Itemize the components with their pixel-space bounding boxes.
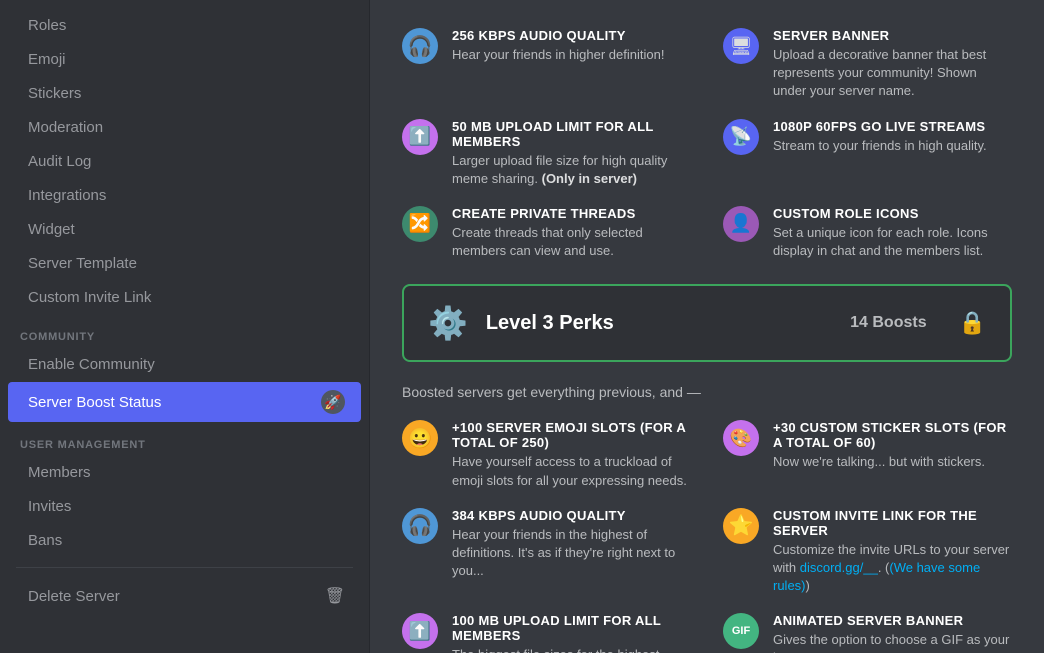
perk-animated-banner: GIF ANIMATED SERVER BANNER Gives the opt… (723, 613, 1012, 653)
trash-icon: 🗑 (325, 586, 345, 606)
perk-icon-upload-100: ⬆️ (402, 613, 438, 649)
sidebar-item-audit-log[interactable]: Audit Log (8, 145, 361, 178)
perk-icon-go-live: 📡 (723, 119, 759, 155)
sidebar-item-emoji[interactable]: Emoji (8, 43, 361, 76)
perk-private-threads: 🔀 CREATE PRIVATE THREADS Create threads … (402, 206, 691, 260)
sidebar-item-invites[interactable]: Invites (8, 490, 361, 523)
perk-audio-384: 🎧 384 KBPS AUDIO QUALITY Hear your frien… (402, 508, 691, 596)
perk-go-live: 📡 1080P 60FPS GO LIVE STREAMS Stream to … (723, 119, 1012, 188)
perk-emoji-slots: 😀 +100 SERVER EMOJI SLOTS (FOR A TOTAL O… (402, 420, 691, 489)
sidebar-item-moderation[interactable]: Moderation (8, 111, 361, 144)
sidebar-item-enable-community[interactable]: Enable Community (8, 348, 361, 381)
perk-audio-quality: 🎧 256 KBPS AUDIO QUALITY Hear your frien… (402, 28, 691, 101)
perk-icon-custom-role-icons: 👤 (723, 206, 759, 242)
sidebar-item-custom-invite-link[interactable]: Custom Invite Link (8, 281, 361, 314)
sidebar-item-roles[interactable]: Roles (8, 9, 361, 42)
perk-custom-invite: ⭐ CUSTOM INVITE LINK FOR THE SERVER Cust… (723, 508, 1012, 596)
lock-icon: 🔒 (959, 310, 986, 336)
level-card: ⚙️ Level 3 Perks 14 Boosts 🔒 (402, 284, 1012, 362)
perk-icon-audio-384: 🎧 (402, 508, 438, 544)
sidebar-item-members[interactable]: Members (8, 456, 361, 489)
perk-icon-animated-banner: GIF (723, 613, 759, 649)
top-perks-grid: 🎧 256 KBPS AUDIO QUALITY Hear your frien… (402, 28, 1012, 260)
perk-icon-emoji-slots: 😀 (402, 420, 438, 456)
sidebar-section-community-label: COMMUNITY (0, 315, 369, 347)
perk-upload-limit: ⬆️ 50 MB UPLOAD LIMIT FOR ALL MEMBERS La… (402, 119, 691, 188)
sidebar-item-widget[interactable]: Widget (8, 213, 361, 246)
sidebar-item-bans[interactable]: Bans (8, 524, 361, 557)
main-content: 🎧 256 KBPS AUDIO QUALITY Hear your frien… (370, 0, 1044, 653)
sidebar-section-user-management-label: USER MANAGEMENT (0, 423, 369, 455)
sidebar-item-stickers[interactable]: Stickers (8, 77, 361, 110)
perk-icon-custom-invite: ⭐ (723, 508, 759, 544)
server-boost-icon: 🚀 (321, 390, 345, 414)
perk-icon-private-threads: 🔀 (402, 206, 438, 242)
discord-gg-link[interactable]: discord.gg/__ (800, 560, 878, 575)
perk-sticker-slots: 🎨 +30 CUSTOM STICKER SLOTS (FOR A TOTAL … (723, 420, 1012, 489)
perk-icon-sticker-slots: 🎨 (723, 420, 759, 456)
perk-icon-audio-quality: 🎧 (402, 28, 438, 64)
sidebar-item-server-template[interactable]: Server Template (8, 247, 361, 280)
sidebar-item-delete-server[interactable]: Delete Server 🗑 (8, 578, 361, 614)
sidebar-item-integrations[interactable]: Integrations (8, 179, 361, 212)
bottom-perks-grid: 😀 +100 SERVER EMOJI SLOTS (FOR A TOTAL O… (402, 420, 1012, 653)
boosted-intro: Boosted servers get everything previous,… (402, 384, 1012, 400)
perk-icon-upload-limit: ⬆️ (402, 119, 438, 155)
level-card-icon: ⚙️ (428, 304, 468, 342)
perk-upload-100: ⬆️ 100 MB UPLOAD LIMIT FOR ALL MEMBERS T… (402, 613, 691, 653)
perk-icon-server-banner: 🖥 (723, 28, 759, 64)
sidebar: Roles Emoji Stickers Moderation Audit Lo… (0, 0, 370, 653)
perk-server-banner: 🖥 SERVER BANNER Upload a decorative bann… (723, 28, 1012, 101)
sidebar-item-server-boost-status[interactable]: Server Boost Status 🚀 (8, 382, 361, 422)
perk-custom-role-icons: 👤 CUSTOM ROLE ICONS Set a unique icon fo… (723, 206, 1012, 260)
